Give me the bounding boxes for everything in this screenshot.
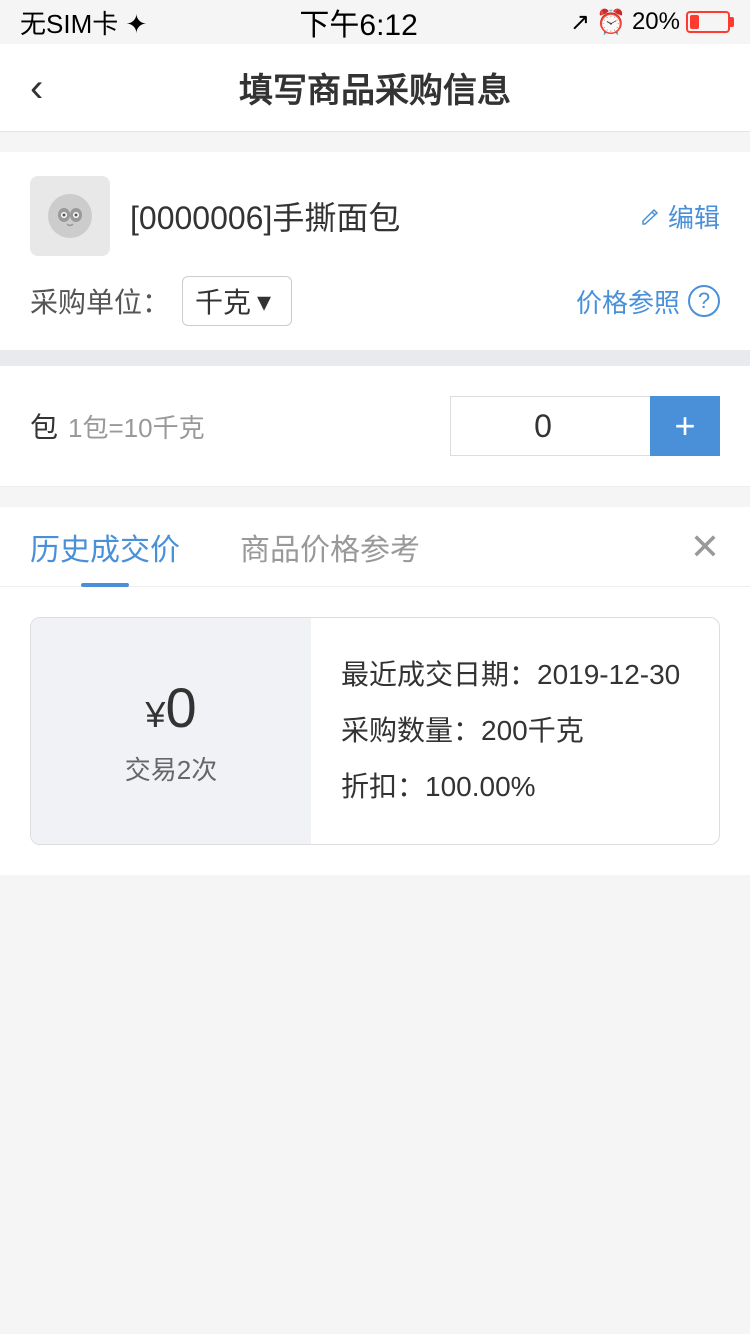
status-bar: 无SIM卡 ✦ 下午6:12 ↗ ⏰ 20% (0, 0, 750, 44)
yen-symbol: ¥ (145, 694, 165, 735)
detail-date: 最近成交日期：2019-12-30 (341, 654, 689, 696)
dropdown-arrow: ▾ (257, 285, 271, 318)
tab-close-button[interactable]: ✕ (690, 526, 720, 568)
price-value: 0 (165, 676, 196, 739)
tab-content: ¥0 交易2次 最近成交日期：2019-12-30 采购数量：200千克 折扣：… (0, 587, 750, 875)
unit-label: 采购单位： (30, 281, 170, 321)
tab-history[interactable]: 历史成交价 (30, 507, 180, 587)
quantity-input[interactable] (450, 396, 650, 456)
detail-quantity: 采购数量：200千克 (341, 710, 689, 752)
status-left: 无SIM卡 ✦ (20, 4, 147, 41)
tab-area: 历史成交价 商品价格参考 ✕ ¥0 交易2次 最近成交日期：2019-12-30… (0, 507, 750, 875)
transaction-card: ¥0 交易2次 最近成交日期：2019-12-30 采购数量：200千克 折扣：… (30, 617, 720, 845)
quantity-control: + (450, 396, 720, 456)
quantity-plus-button[interactable]: + (650, 396, 720, 456)
tab-items: 历史成交价 商品价格参考 (30, 507, 420, 587)
detail-discount: 折扣：100.00% (341, 766, 689, 808)
help-icon: ? (688, 285, 720, 317)
back-button[interactable]: ‹ (30, 68, 43, 108)
product-header: [0000006]手撕面包 编辑 (30, 176, 720, 256)
battery-icon (686, 11, 730, 33)
price-ref-button[interactable]: 价格参照 ? (576, 283, 720, 320)
divider (0, 350, 750, 366)
nav-bar: ‹ 填写商品采购信息 (0, 44, 750, 132)
transaction-price-area: ¥0 交易2次 (31, 618, 311, 844)
quantity-row: 包 1包=10千克 + (0, 366, 750, 487)
tab-reference[interactable]: 商品价格参考 (240, 507, 420, 587)
tab-header: 历史成交价 商品价格参考 ✕ (0, 507, 750, 587)
product-card: [0000006]手撕面包 编辑 采购单位： 千克 ▾ 价格参照 ? (0, 152, 750, 350)
unit-left: 采购单位： 千克 ▾ (30, 276, 292, 326)
status-time: 下午6:12 (299, 0, 417, 44)
product-unit-row: 采购单位： 千克 ▾ 价格参照 ? (30, 276, 720, 326)
alarm-icon: ⏰ (596, 8, 626, 37)
transaction-details: 最近成交日期：2019-12-30 采购数量：200千克 折扣：100.00% (311, 618, 719, 844)
unit-select[interactable]: 千克 ▾ (182, 276, 292, 326)
carrier-text: 无SIM卡 ✦ (20, 4, 147, 41)
quantity-label: 包 1包=10千克 (30, 406, 205, 446)
product-thumbnail (30, 176, 110, 256)
page-title: 填写商品采购信息 (239, 63, 511, 112)
quantity-unit-desc: 1包=10千克 (68, 408, 205, 445)
edit-button[interactable]: 编辑 (640, 198, 720, 235)
product-left: [0000006]手撕面包 (30, 176, 400, 256)
transaction-price: ¥0 (145, 675, 196, 740)
status-right: ↗ ⏰ 20% (570, 8, 730, 37)
battery-percent: 20% (632, 8, 680, 36)
product-name: [0000006]手撕面包 (130, 193, 400, 239)
location-icon: ↗ (570, 8, 590, 37)
transaction-count: 交易2次 (125, 750, 217, 787)
